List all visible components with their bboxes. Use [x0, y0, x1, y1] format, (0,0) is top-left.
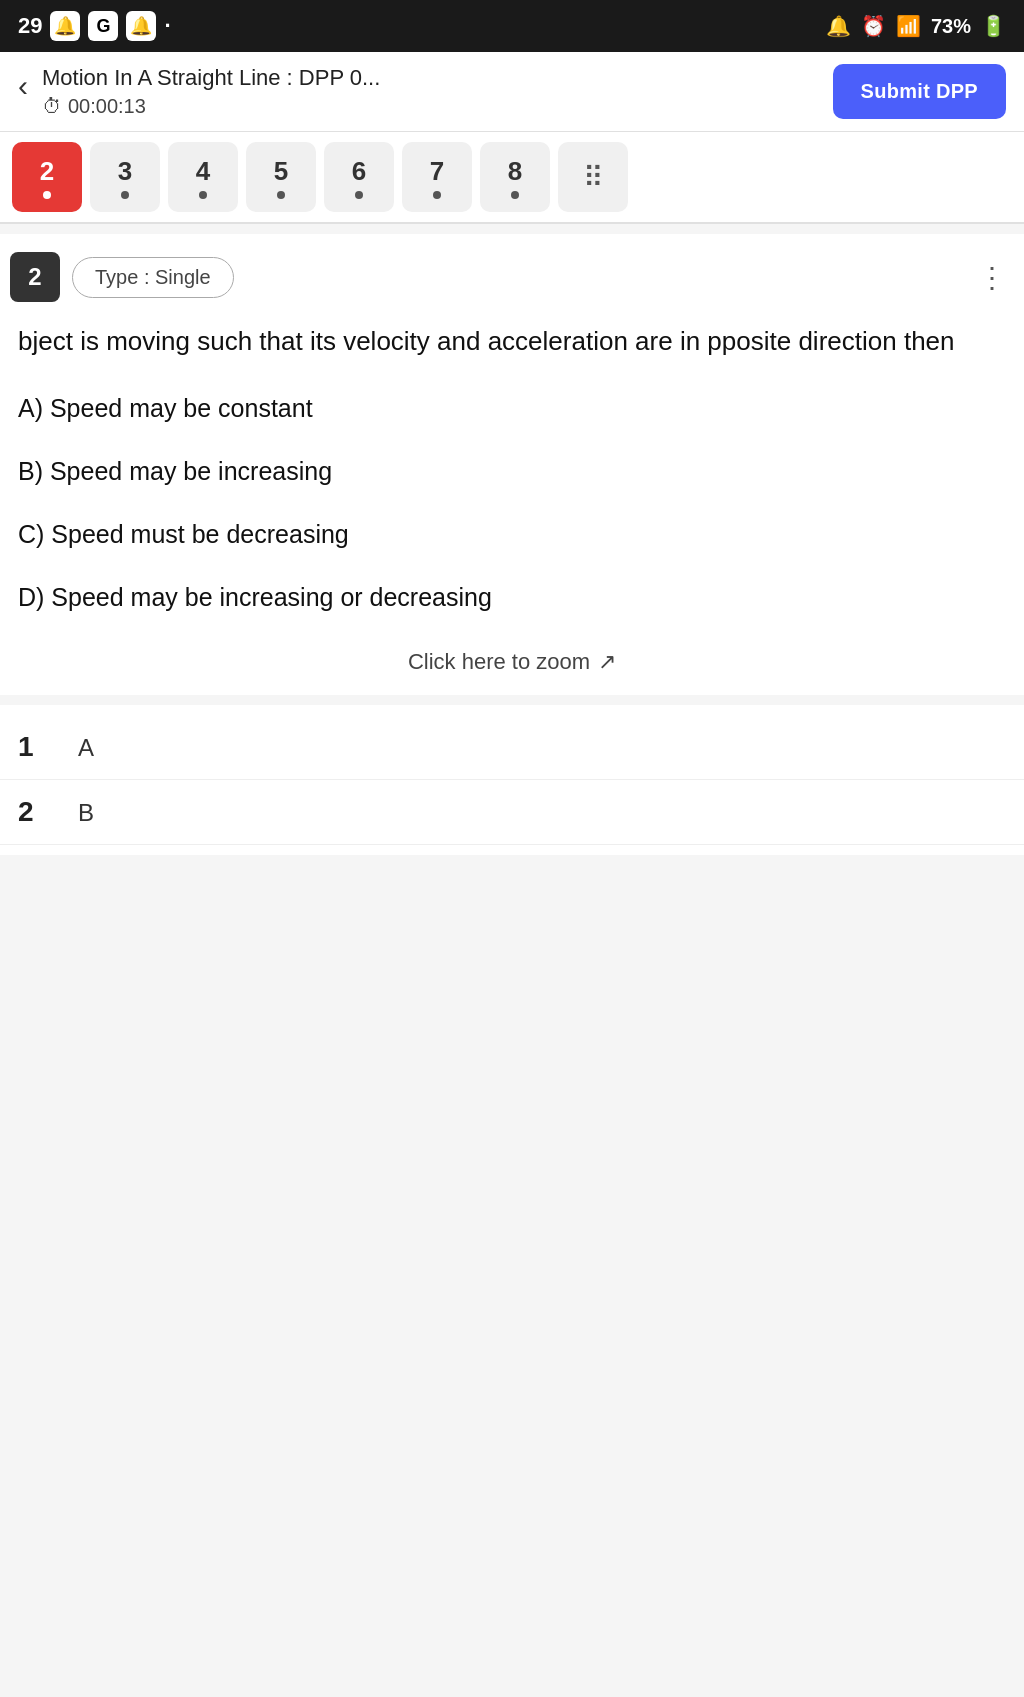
timer-icon: ⏱ — [42, 95, 62, 118]
tab-question-7[interactable]: 7 — [402, 142, 472, 212]
tab-question-4[interactable]: 4 — [168, 142, 238, 212]
g-icon: G — [88, 11, 118, 41]
status-number: 29 — [18, 13, 42, 39]
tab-question-6[interactable]: 6 — [324, 142, 394, 212]
status-left: 29 🔔 G 🔔 · — [18, 11, 171, 41]
tab-label: 5 — [274, 156, 288, 187]
top-nav: ‹ Motion In A Straight Line : DPP 0... ⏱… — [0, 52, 1024, 132]
tab-label: 8 — [508, 156, 522, 187]
notification-icon: 🔔 — [50, 11, 80, 41]
answer-letter-1: A — [68, 734, 94, 762]
tab-label: 4 — [196, 156, 210, 187]
zoom-icon: ↗ — [598, 649, 616, 675]
battery-level: 73% — [931, 15, 971, 38]
tab-label: 7 — [430, 156, 444, 187]
answer-number-1: 1 — [18, 731, 68, 763]
answer-letter-2: B — [68, 799, 94, 827]
option-b-text: B) Speed may be increasing — [18, 454, 332, 489]
status-right: 🔔 ⏰ 📶 73% 🔋 — [826, 14, 1006, 38]
tab-question-3[interactable]: 3 — [90, 142, 160, 212]
tab-dot — [277, 191, 285, 199]
tab-dot — [43, 191, 51, 199]
question-number-badge: 2 — [10, 252, 60, 302]
all-questions-grid-button[interactable]: ⠿ — [558, 142, 628, 212]
tab-dot — [199, 191, 207, 199]
alarm-icon: 🔔 — [826, 14, 851, 38]
tab-question-5[interactable]: 5 — [246, 142, 316, 212]
nav-left: ‹ Motion In A Straight Line : DPP 0... ⏱… — [18, 65, 380, 118]
tab-dot — [355, 191, 363, 199]
option-d[interactable]: D) Speed may be increasing or decreasing — [0, 566, 1024, 629]
wifi-icon: 📶 — [896, 14, 921, 38]
tab-label: 6 — [352, 156, 366, 187]
option-b[interactable]: B) Speed may be increasing — [0, 440, 1024, 503]
option-a[interactable]: A) Speed may be constant — [0, 377, 1024, 440]
tab-question-8[interactable]: 8 — [480, 142, 550, 212]
tab-dot — [433, 191, 441, 199]
status-bar: 29 🔔 G 🔔 · 🔔 ⏰ 📶 73% 🔋 — [0, 0, 1024, 52]
answer-row-1: 1 A — [0, 715, 1024, 780]
tab-label: 3 — [118, 156, 132, 187]
option-c[interactable]: C) Speed must be decreasing — [0, 503, 1024, 566]
zoom-text: Click here to zoom — [408, 649, 590, 675]
question-header: 2 Type : Single ⋮ — [0, 234, 1024, 312]
option-a-text: A) Speed may be constant — [18, 391, 313, 426]
question-type-pill: Type : Single — [72, 257, 234, 298]
zoom-link[interactable]: Click here to zoom ↗ — [0, 629, 1024, 695]
option-c-text: C) Speed must be decreasing — [18, 517, 349, 552]
timer-value: 00:00:13 — [68, 95, 146, 118]
nav-title-block: Motion In A Straight Line : DPP 0... ⏱ 0… — [42, 65, 380, 118]
tab-dot — [121, 191, 129, 199]
question-text: bject is moving such that its velocity a… — [0, 312, 1024, 377]
nav-title: Motion In A Straight Line : DPP 0... — [42, 65, 380, 91]
answer-section: 1 A 2 B — [0, 705, 1024, 855]
tab-dot — [511, 191, 519, 199]
question-section: 2 Type : Single ⋮ bject is moving such t… — [0, 234, 1024, 695]
answer-row-2: 2 B — [0, 780, 1024, 845]
question-tabs: 2 3 4 5 6 7 8 ⠿ — [0, 132, 1024, 224]
battery-icon: 🔋 — [981, 14, 1006, 38]
tab-question-2[interactable]: 2 — [12, 142, 82, 212]
nav-timer: ⏱ 00:00:13 — [42, 95, 380, 118]
submit-dpp-button[interactable]: Submit DPP — [833, 64, 1006, 119]
app-icon: 🔔 — [126, 11, 156, 41]
dot-separator: · — [164, 13, 170, 39]
clock-icon: ⏰ — [861, 14, 886, 38]
more-options-icon[interactable]: ⋮ — [978, 261, 1006, 294]
tab-label: 2 — [40, 156, 54, 187]
option-d-text: D) Speed may be increasing or decreasing — [18, 580, 492, 615]
answer-number-2: 2 — [18, 796, 68, 828]
back-button[interactable]: ‹ — [18, 69, 28, 103]
grid-icon: ⠿ — [583, 161, 604, 194]
